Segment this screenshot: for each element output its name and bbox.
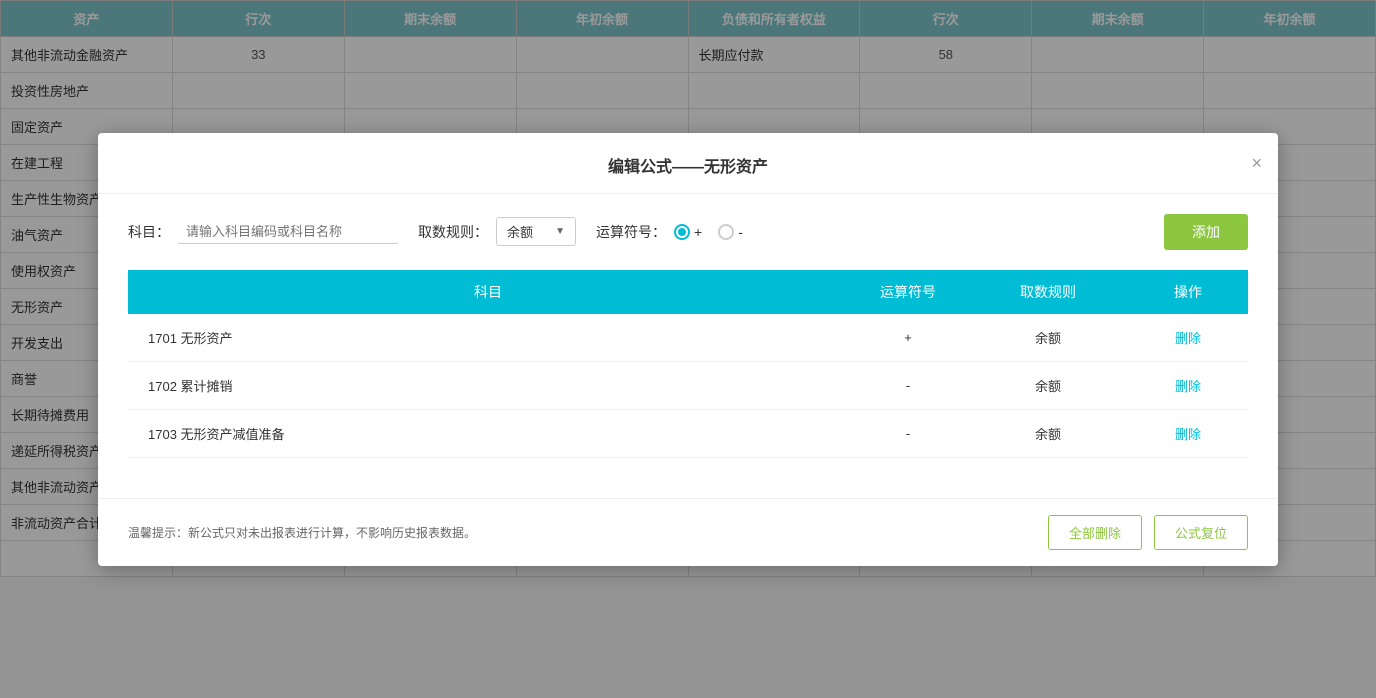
operator-group: 运算符号： + - bbox=[596, 222, 743, 242]
reset-formula-button[interactable]: 公式复位 bbox=[1154, 515, 1248, 550]
row2-subject: 1702 累计摊销 bbox=[128, 361, 848, 409]
th-subject: 科目 bbox=[128, 270, 848, 314]
subject-label: 科目： bbox=[128, 222, 170, 242]
row1-action: 删除 bbox=[1128, 314, 1248, 362]
row1-subject: 1701 无形资产 bbox=[128, 314, 848, 362]
modal-header: 编辑公式——无形资产 × bbox=[98, 133, 1278, 194]
radio-plus[interactable]: + bbox=[674, 224, 702, 240]
delete-button-row3[interactable]: 删除 bbox=[1175, 427, 1201, 442]
footer-buttons: 全部删除 公式复位 bbox=[1048, 515, 1248, 550]
row2-action: 删除 bbox=[1128, 361, 1248, 409]
rule-select-value: 余额 bbox=[507, 222, 545, 241]
radio-minus-circle bbox=[718, 224, 734, 240]
row3-action: 删除 bbox=[1128, 409, 1248, 457]
add-button[interactable]: 添加 bbox=[1164, 214, 1248, 250]
form-row: 科目： 取数规则： 余额 ▼ 运算符号： bbox=[128, 214, 1248, 250]
delete-button-row1[interactable]: 删除 bbox=[1175, 331, 1201, 346]
radio-group: + - bbox=[674, 224, 743, 240]
table-row: 1703 无形资产减值准备 - 余额 删除 bbox=[128, 409, 1248, 457]
rule-label: 取数规则： bbox=[418, 222, 488, 242]
radio-minus[interactable]: - bbox=[718, 224, 743, 240]
radio-minus-label: - bbox=[738, 224, 743, 240]
th-operator: 运算符号 bbox=[848, 270, 968, 314]
row3-subject: 1703 无形资产减值准备 bbox=[128, 409, 848, 457]
delete-button-row2[interactable]: 删除 bbox=[1175, 379, 1201, 394]
subject-input[interactable] bbox=[178, 220, 398, 244]
th-action: 操作 bbox=[1128, 270, 1248, 314]
delete-all-button[interactable]: 全部删除 bbox=[1048, 515, 1142, 550]
data-table: 科目 运算符号 取数规则 操作 1701 无形资产 + 余额 删除 bbox=[128, 270, 1248, 458]
row2-operator: - bbox=[848, 361, 968, 409]
rule-select[interactable]: 余额 ▼ bbox=[496, 217, 576, 246]
row1-operator: + bbox=[848, 314, 968, 362]
th-rule: 取数规则 bbox=[968, 270, 1128, 314]
row1-rule: 余额 bbox=[968, 314, 1128, 362]
radio-plus-circle bbox=[674, 224, 690, 240]
row3-rule: 余额 bbox=[968, 409, 1128, 457]
modal-dialog: 编辑公式——无形资产 × 科目： 取数规则： 余额 ▼ bbox=[98, 133, 1278, 566]
row3-operator: - bbox=[848, 409, 968, 457]
modal-close-button[interactable]: × bbox=[1251, 154, 1262, 172]
row2-rule: 余额 bbox=[968, 361, 1128, 409]
rule-group: 取数规则： 余额 ▼ bbox=[418, 217, 576, 246]
modal-overlay: 编辑公式——无形资产 × 科目： 取数规则： 余额 ▼ bbox=[0, 0, 1376, 698]
operator-label: 运算符号： bbox=[596, 222, 666, 242]
radio-plus-label: + bbox=[694, 224, 702, 240]
modal-body: 科目： 取数规则： 余额 ▼ 运算符号： bbox=[98, 194, 1278, 498]
tip-text: 温馨提示：新公式只对未出报表进行计算，不影响历史报表数据。 bbox=[128, 524, 476, 541]
modal-footer: 温馨提示：新公式只对未出报表进行计算，不影响历史报表数据。 全部删除 公式复位 bbox=[98, 498, 1278, 566]
subject-group: 科目： bbox=[128, 220, 398, 244]
table-row: 1702 累计摊销 - 余额 删除 bbox=[128, 361, 1248, 409]
table-row: 1701 无形资产 + 余额 删除 bbox=[128, 314, 1248, 362]
chevron-down-icon: ▼ bbox=[555, 226, 565, 237]
modal-title: 编辑公式——无形资产 bbox=[608, 159, 768, 176]
